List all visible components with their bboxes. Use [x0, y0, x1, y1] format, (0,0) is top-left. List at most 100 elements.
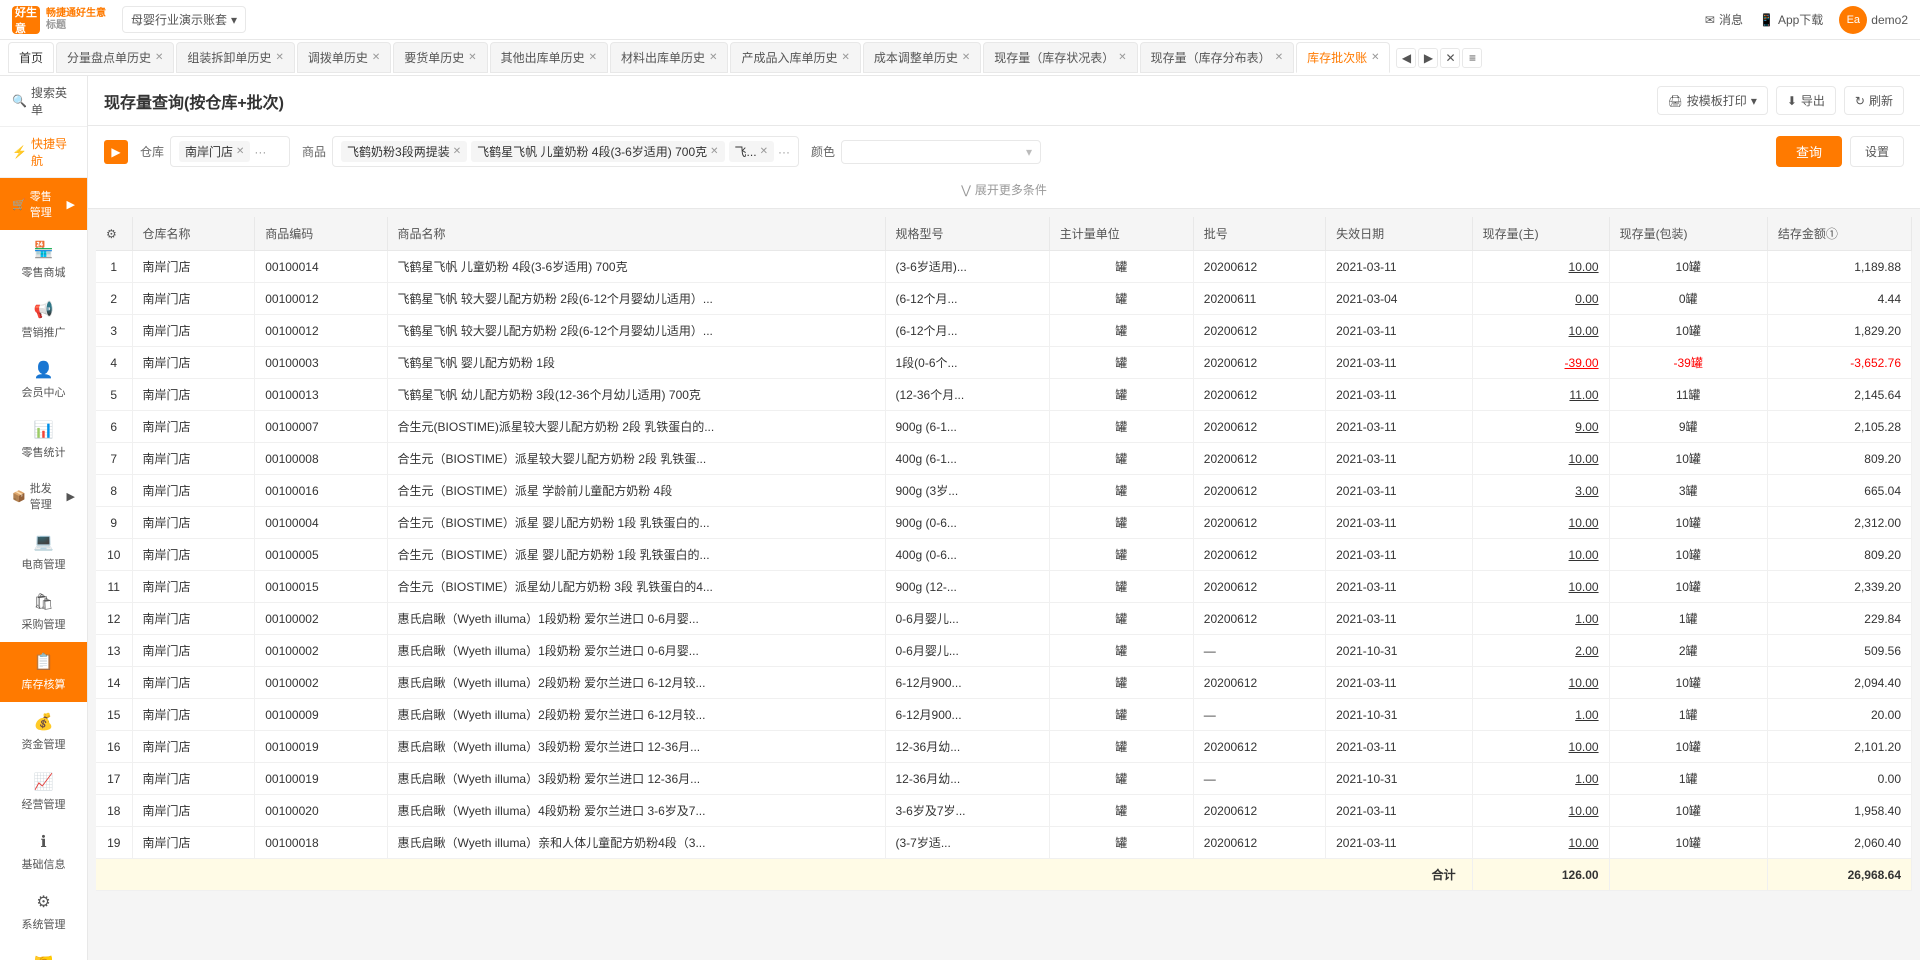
tab-close-btn[interactable]: ✕ — [1440, 48, 1460, 68]
query-btn[interactable]: 查询 — [1776, 136, 1842, 167]
color-dropdown[interactable]: ▾ — [841, 140, 1041, 164]
cell-stock-main[interactable]: 10.00 — [1472, 827, 1609, 859]
cell-batch: 20200612 — [1193, 347, 1325, 379]
cell-stock-main[interactable]: 10.00 — [1472, 731, 1609, 763]
cell-batch: 20200612 — [1193, 507, 1325, 539]
cell-stock-main[interactable]: 10.00 — [1472, 251, 1609, 283]
tab-prev-btn[interactable]: ◀ — [1396, 48, 1416, 68]
tab-close-cailiao[interactable]: ✕ — [709, 52, 717, 63]
cell-stock-main[interactable]: 1.00 — [1472, 763, 1609, 795]
cell-stock-main[interactable]: 2.00 — [1472, 635, 1609, 667]
cell-code: 00100019 — [255, 763, 387, 795]
cell-stock-main[interactable]: 10.00 — [1472, 507, 1609, 539]
cell-stock-main[interactable]: 1.00 — [1472, 699, 1609, 731]
th-settings[interactable]: ⚙ — [96, 217, 132, 251]
sidebar-item-retail-mgmt[interactable]: 🛒 零售管理 ▶ — [0, 178, 87, 230]
tab-cailiao[interactable]: 材料出库单历史 ✕ — [610, 42, 728, 73]
account-selector[interactable]: 母婴行业演示账套 ▾ — [122, 6, 246, 33]
tab-chengben[interactable]: 成本调整单历史 ✕ — [863, 42, 981, 73]
sidebar-item-ecommerce[interactable]: 💻 电商管理 — [0, 522, 87, 582]
tab-fenliang[interactable]: 分量盘点单历史 ✕ — [56, 42, 174, 73]
tab-close-chengpin[interactable]: ✕ — [841, 52, 849, 63]
sidebar-item-search[interactable]: 🔍 搜索英单 — [0, 76, 87, 127]
user-profile[interactable]: Ea demo2 — [1839, 6, 1908, 34]
app-download-btn[interactable]: 📱 App下载 — [1759, 11, 1823, 28]
product-tag2-close[interactable]: ✕ — [710, 146, 718, 157]
cell-stock-main[interactable]: 3.00 — [1472, 475, 1609, 507]
messages-btn[interactable]: ✉ 消息 — [1705, 11, 1743, 28]
expand-more-btn[interactable]: ⋁ 展开更多条件 — [961, 181, 1047, 198]
tab-close-xiancun1[interactable]: ✕ — [1118, 52, 1126, 63]
cell-warehouse: 南岸门店 — [132, 411, 255, 443]
setting-btn[interactable]: 设置 — [1850, 136, 1904, 167]
cell-num: 12 — [96, 603, 132, 635]
tab-menu-btn[interactable]: ≡ — [1462, 48, 1482, 68]
warehouse-tag-close[interactable]: ✕ — [236, 146, 244, 157]
sidebar-item-wholesale[interactable]: 📦 批发管理 ▶ — [0, 470, 87, 522]
sidebar-item-member[interactable]: 👤 会员中心 — [0, 350, 87, 410]
cell-stock-main[interactable]: 9.00 — [1472, 411, 1609, 443]
tab-close-zuhe[interactable]: ✕ — [275, 52, 283, 63]
filter-toggle-btn[interactable]: ▶ — [104, 140, 128, 164]
tab-close-pici[interactable]: ✕ — [1371, 52, 1379, 63]
warehouse-tag-group[interactable]: 南岸门店 ✕ ··· — [170, 136, 290, 167]
tab-chengpin[interactable]: 产成品入库单历史 ✕ — [730, 42, 860, 73]
tab-close-diaoBo[interactable]: ✕ — [372, 52, 380, 63]
table-row: 14 南岸门店 00100002 惠氏启瞅（Wyeth illuma）2段奶粉 … — [96, 667, 1912, 699]
cell-stock-main[interactable]: 1.00 — [1472, 603, 1609, 635]
export-btn[interactable]: ⬇ 导出 — [1776, 86, 1836, 115]
cell-stock-main[interactable]: 10.00 — [1472, 795, 1609, 827]
refresh-btn[interactable]: ↻ 刷新 — [1844, 86, 1904, 115]
tab-diaoBo[interactable]: 调拨单历史 ✕ — [297, 42, 391, 73]
cell-code: 00100018 — [255, 827, 387, 859]
sidebar-item-ops[interactable]: 📈 经营管理 — [0, 762, 87, 822]
sidebar-item-quick[interactable]: ⚡ 快捷导航 — [0, 127, 87, 178]
cell-stock-main[interactable]: 10.00 — [1472, 539, 1609, 571]
tab-close-xiancun2[interactable]: ✕ — [1275, 52, 1283, 63]
tab-close-yaohuo[interactable]: ✕ — [468, 52, 476, 63]
product-tag1-close[interactable]: ✕ — [453, 146, 461, 157]
sidebar-item-finance[interactable]: 💰 资金管理 — [0, 702, 87, 762]
tab-close-qita[interactable]: ✕ — [589, 52, 597, 63]
tab-zuhe[interactable]: 组装拆卸单历史 ✕ — [176, 42, 294, 73]
sidebar-item-system[interactable]: ⚙ 系统管理 — [0, 882, 87, 942]
sidebar-item-collab[interactable]: 🤝 企业协同 — [0, 942, 87, 960]
product-ellipsis[interactable]: ··· — [778, 145, 790, 159]
warehouse-ellipsis[interactable]: ··· — [254, 145, 266, 159]
cell-code: 00100012 — [255, 283, 387, 315]
cell-stock-pkg: 1罐 — [1609, 603, 1767, 635]
product-tag-group[interactable]: 飞鹤奶粉3段两提装 ✕ 飞鹤星飞帆 儿童奶粉 4段(3-6岁适用) 700克 ✕… — [332, 136, 799, 167]
tab-home[interactable]: 首页 — [8, 42, 54, 73]
tab-close-chengben[interactable]: ✕ — [962, 52, 970, 63]
sidebar-item-marketing[interactable]: 📢 营销推广 — [0, 290, 87, 350]
sidebar-item-retail-mall[interactable]: 🏪 零售商城 — [0, 230, 87, 290]
tab-xiancun2[interactable]: 现存量（库存分布表） ✕ — [1140, 42, 1294, 73]
sidebar-item-retail-stats[interactable]: 📊 零售统计 — [0, 410, 87, 470]
sidebar-item-purchase[interactable]: 🛍 采购管理 — [0, 582, 87, 642]
cell-balance: 509.56 — [1767, 635, 1911, 667]
tab-next-btn[interactable]: ▶ — [1418, 48, 1438, 68]
tab-xiancun1[interactable]: 现存量（库存状况表） ✕ — [983, 42, 1137, 73]
tab-qita[interactable]: 其他出库单历史 ✕ — [490, 42, 608, 73]
tab-pici[interactable]: 库存批次账 ✕ — [1296, 42, 1390, 73]
sidebar-item-inventory[interactable]: 📋 库存核算 — [0, 642, 87, 702]
cell-code: 00100013 — [255, 379, 387, 411]
chevron-down-color-icon: ▾ — [1026, 145, 1032, 159]
tab-yaohuo[interactable]: 要货单历史 ✕ — [393, 42, 487, 73]
cell-stock-main[interactable]: 10.00 — [1472, 315, 1609, 347]
cell-spec: 12-36月幼... — [885, 763, 1049, 795]
table-row: 9 南岸门店 00100004 合生元（BIOSTIME）派星 婴儿配方奶粉 1… — [96, 507, 1912, 539]
print-btn[interactable]: 🖨 按模板打印 ▾ — [1657, 86, 1768, 115]
cell-stock-main[interactable]: 10.00 — [1472, 443, 1609, 475]
product-tag3-close[interactable]: ✕ — [760, 146, 768, 157]
cell-num: 17 — [96, 763, 132, 795]
cell-stock-main[interactable]: -39.00 — [1472, 347, 1609, 379]
sidebar-item-basic[interactable]: ℹ 基础信息 — [0, 822, 87, 882]
cell-stock-main[interactable]: 10.00 — [1472, 571, 1609, 603]
cell-stock-main[interactable]: 0.00 — [1472, 283, 1609, 315]
chevron-down-icon: ▾ — [231, 13, 237, 27]
tab-close-fenliang[interactable]: ✕ — [155, 52, 163, 63]
print-icon: 🖨 — [1668, 94, 1683, 108]
cell-stock-main[interactable]: 11.00 — [1472, 379, 1609, 411]
cell-stock-main[interactable]: 10.00 — [1472, 667, 1609, 699]
